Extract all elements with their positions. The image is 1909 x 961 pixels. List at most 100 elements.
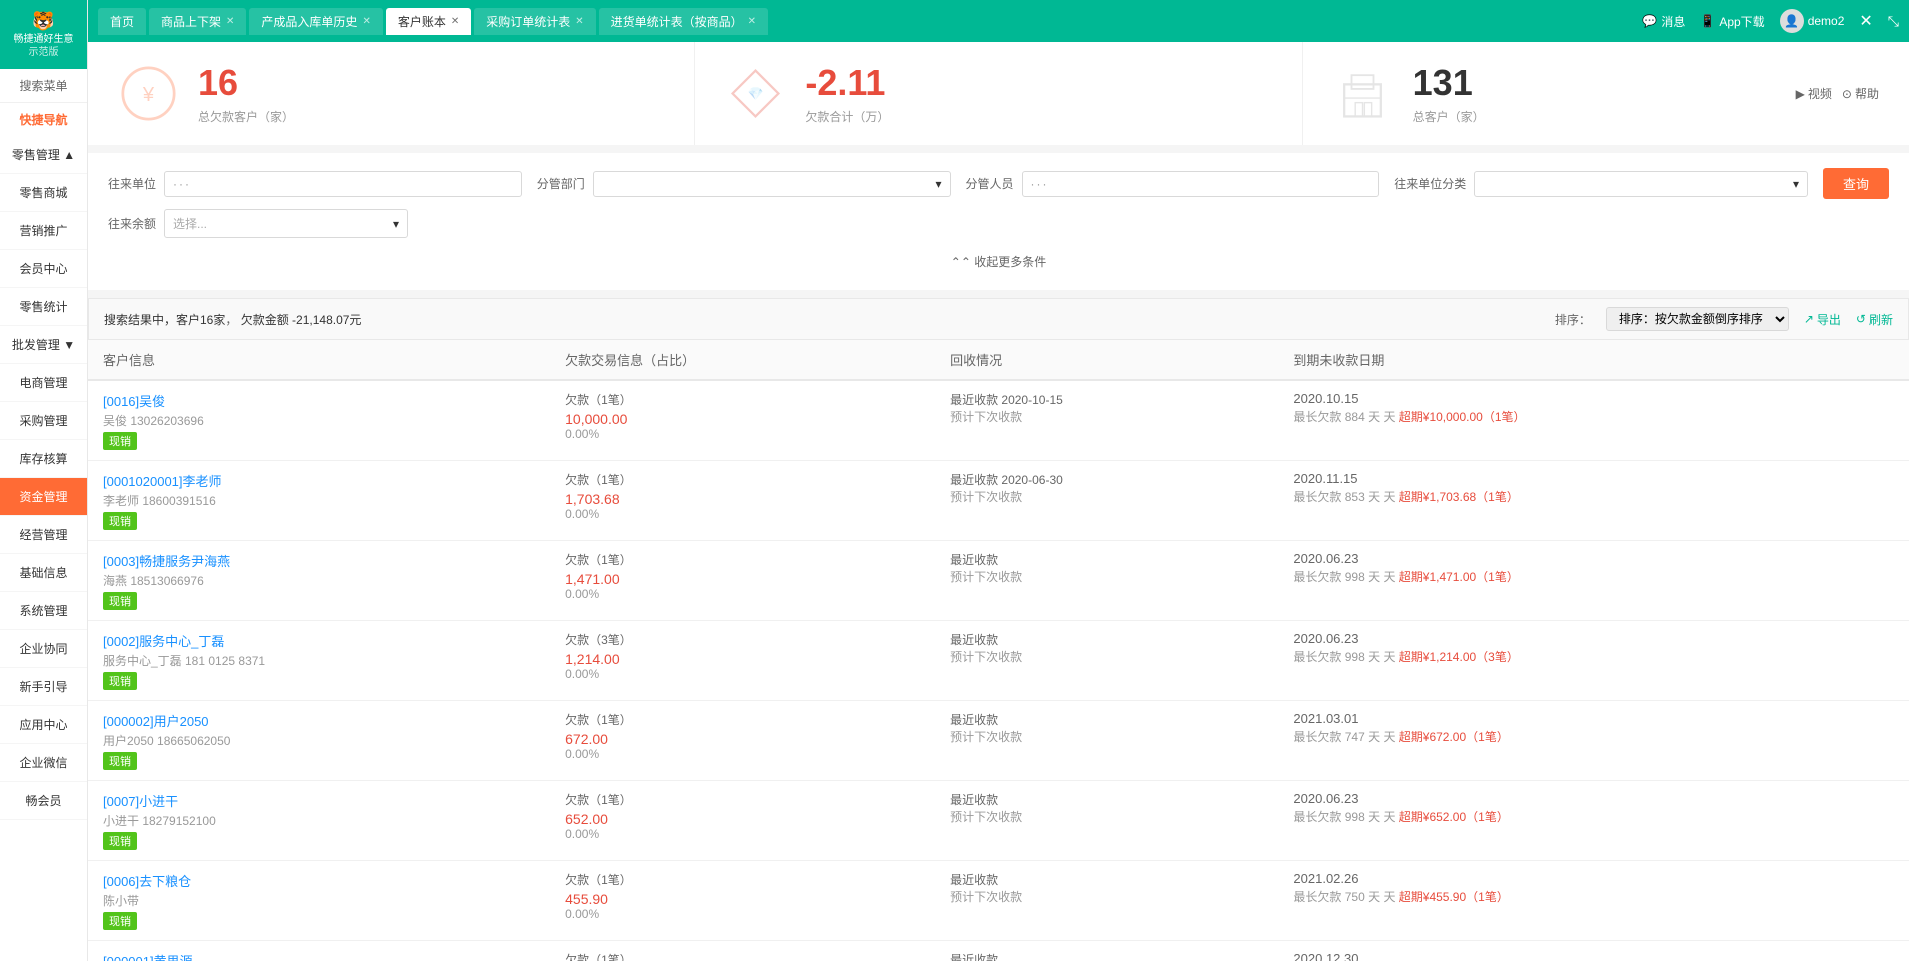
customer-name-link[interactable]: [000001]黄思源 xyxy=(103,951,535,961)
search-button[interactable]: 查询 xyxy=(1823,168,1889,199)
debt-amount[interactable]: 652.00 xyxy=(565,811,920,827)
person-input[interactable]: ··· xyxy=(1022,171,1380,197)
last-collection: 最近收款 2020-06-30 xyxy=(950,471,1263,488)
logo-text: 畅捷通好生意 xyxy=(5,33,82,46)
user-avatar[interactable]: 👤 demo2 xyxy=(1780,9,1845,33)
customer-name-link[interactable]: [0001020001]李老师 xyxy=(103,471,535,490)
export-button[interactable]: ↗ 导出 xyxy=(1804,311,1841,328)
sort-select[interactable]: 排序：按欠款金额倒序排序 xyxy=(1606,307,1789,331)
sidebar-item-member[interactable]: 会员中心 xyxy=(0,250,87,288)
debt-amount[interactable]: 1,214.00 xyxy=(565,651,920,667)
overdue-amount-link[interactable]: 超期¥1,703.68（1笔） xyxy=(1399,490,1519,504)
tab-close-icon[interactable]: ✕ xyxy=(748,16,756,27)
debt-percent: 0.00% xyxy=(565,507,920,521)
export-icon: ↗ xyxy=(1804,312,1814,326)
debt-amount[interactable]: 1,471.00 xyxy=(565,571,920,587)
debt-amount[interactable]: 672.00 xyxy=(565,731,920,747)
sidebar-item-purchase[interactable]: 采购管理 xyxy=(0,402,87,440)
tab-purchase-stats[interactable]: 进货单统计表（按商品） ✕ xyxy=(599,8,768,35)
close-window-button[interactable]: ✕ xyxy=(1859,11,1872,31)
customer-name-link[interactable]: [0006]去下粮仓 xyxy=(103,871,535,890)
source-unit-label: 往来单位 xyxy=(108,175,156,192)
overdue-amount-link[interactable]: 超期¥1,471.00（1笔） xyxy=(1399,570,1519,584)
sidebar-item-retail-stats[interactable]: 零售统计 xyxy=(0,288,87,326)
main-content: 首页 商品上下架 ✕ 产成品入库单历史 ✕ 客户账本 ✕ 采购订单统计表 ✕ 进… xyxy=(88,0,1909,961)
sidebar-item-vip[interactable]: 畅会员 xyxy=(0,782,87,820)
overdue-amount-link[interactable]: 超期¥10,000.00（1笔） xyxy=(1399,410,1526,424)
sidebar-item-enterprise[interactable]: 企业协同 xyxy=(0,630,87,668)
quick-nav-label[interactable]: 快捷导航 xyxy=(0,103,87,136)
debt-amount[interactable]: 1,703.68 xyxy=(565,491,920,507)
sidebar-item-ecommerce[interactable]: 电商管理 xyxy=(0,364,87,402)
cell-due-date: 2020.06.23 最长欠款 998 天 天 超期¥652.00（1笔） xyxy=(1278,781,1909,861)
sidebar-item-finance[interactable]: 资金管理 xyxy=(0,478,87,516)
refresh-button[interactable]: ↺ 刷新 xyxy=(1856,311,1893,328)
overdue-amount-link[interactable]: 超期¥1,214.00（3笔） xyxy=(1399,650,1519,664)
overdue-amount-link[interactable]: 超期¥455.90（1笔） xyxy=(1399,890,1509,904)
sidebar-item-newbie[interactable]: 新手引导 xyxy=(0,668,87,706)
customer-name-link[interactable]: [0016]吴俊 xyxy=(103,391,535,410)
stat-card-actions: ▶ 视频 ⊙ 帮助 xyxy=(1796,85,1879,102)
person-label: 分管人员 xyxy=(966,175,1014,192)
customer-name-link[interactable]: [0002]服务中心_丁磊 xyxy=(103,631,535,650)
overdue-amount-link[interactable]: 超期¥672.00（1笔） xyxy=(1399,730,1509,744)
customer-debt-table: 客户信息 欠款交易信息（占比） 回收情况 到期未收款日期 [0016]吴俊 吴俊… xyxy=(88,340,1909,961)
tab-product-history[interactable]: 产成品入库单历史 ✕ xyxy=(249,8,382,35)
search-menu-label: 搜索菜单 xyxy=(5,77,82,94)
tab-product-online[interactable]: 商品上下架 ✕ xyxy=(149,8,246,35)
debt-amount[interactable]: 10,000.00 xyxy=(565,411,920,427)
tab-close-icon[interactable]: ✕ xyxy=(362,16,370,27)
sidebar-item-apps[interactable]: 应用中心 xyxy=(0,706,87,744)
sidebar-item-basic-info[interactable]: 基础信息 xyxy=(0,554,87,592)
due-date: 2020.12.30 xyxy=(1293,951,1894,961)
stat-info-total-customers: 131 总客户（家） xyxy=(1413,62,1485,125)
source-unit-input[interactable]: ··· xyxy=(164,171,522,197)
customer-name-link[interactable]: [0003]畅捷服务尹海燕 xyxy=(103,551,535,570)
sidebar-item-retail-mgmt[interactable]: 零售管理 ▲ xyxy=(0,136,87,174)
debt-amount[interactable]: 455.90 xyxy=(565,891,920,907)
cell-due-date: 2020.06.23 最长欠款 998 天 天 超期¥1,214.00（3笔） xyxy=(1278,621,1909,701)
overdue-days: 最长欠款 884 天 天 超期¥10,000.00（1笔） xyxy=(1293,408,1894,425)
table-row: [0003]畅捷服务尹海燕 海燕 18513066976 现销 欠款（1笔） 1… xyxy=(88,541,1909,621)
sidebar-item-ops[interactable]: 经营管理 xyxy=(0,516,87,554)
tab-close-icon[interactable]: ✕ xyxy=(575,16,583,27)
search-menu-item[interactable]: 搜索菜单 xyxy=(0,69,87,103)
customer-tag: 现销 xyxy=(103,832,137,850)
help-button[interactable]: ⊙ 帮助 xyxy=(1842,85,1879,102)
cell-recovery: 最近收款 2020-10-15 预计下次收款 xyxy=(935,380,1278,461)
overdue-amount-link[interactable]: 超期¥652.00（1笔） xyxy=(1399,810,1509,824)
last-collection: 最近收款 xyxy=(950,551,1263,568)
due-date: 2020.06.23 xyxy=(1293,551,1894,566)
tab-close-icon[interactable]: ✕ xyxy=(226,16,234,27)
table-row: [0002]服务中心_丁磊 服务中心_丁磊 181 0125 8371 现销 欠… xyxy=(88,621,1909,701)
stats-row: ¥ 16 总欠款客户（家） 💎 -2.11 欠款合计（万） xyxy=(88,42,1909,145)
customer-name-link[interactable]: [0007]小进干 xyxy=(103,791,535,810)
col-due-date: 到期未收款日期 xyxy=(1278,340,1909,380)
sidebar-item-marketing[interactable]: 营销推广 xyxy=(0,212,87,250)
sidebar-item-retail-store[interactable]: 零售商城 xyxy=(0,174,87,212)
sidebar-item-system[interactable]: 系统管理 xyxy=(0,592,87,630)
sidebar: 🐯 畅捷通好生意 示范版 搜索菜单 快捷导航 零售管理 ▲ 零售商城 营销推广 … xyxy=(0,0,88,961)
cell-customer-info: [0001020001]李老师 李老师 18600391516 现销 xyxy=(88,461,550,541)
sidebar-item-wholesale-mgmt[interactable]: 批发管理 ▼ xyxy=(0,326,87,364)
app-download-button[interactable]: 📱 App下载 xyxy=(1700,13,1764,30)
unit-class-select[interactable]: ▾ xyxy=(1474,171,1808,197)
filter-row-1: 往来单位 ··· 分管部门 ▾ 分管人员 ··· xyxy=(108,168,1889,199)
maximize-button[interactable]: ⤡ xyxy=(1888,13,1899,30)
sidebar-item-inventory[interactable]: 库存核算 xyxy=(0,440,87,478)
customer-name-link[interactable]: [000002]用户2050 xyxy=(103,711,535,730)
dept-select[interactable]: ▾ xyxy=(593,171,951,197)
overdue-days: 最长欠款 998 天 天 超期¥1,471.00（1笔） xyxy=(1293,568,1894,585)
tab-close-icon[interactable]: ✕ xyxy=(451,16,459,27)
tab-customer-account[interactable]: 客户账本 ✕ xyxy=(386,8,471,35)
total-customers-label: 总客户（家） xyxy=(1413,108,1485,125)
sidebar-item-wechat[interactable]: 企业微信 xyxy=(0,744,87,782)
due-date: 2021.02.26 xyxy=(1293,871,1894,886)
avatar: 👤 xyxy=(1780,9,1804,33)
tab-purchase-order[interactable]: 采购订单统计表 ✕ xyxy=(474,8,595,35)
tab-home[interactable]: 首页 xyxy=(98,8,146,35)
collapse-filters-button[interactable]: ⌃⌃ 收起更多条件 xyxy=(108,248,1889,275)
balance-select[interactable]: 选择... ▾ xyxy=(164,209,408,238)
view-video-button[interactable]: ▶ 视频 xyxy=(1796,85,1832,102)
message-button[interactable]: 💬 消息 xyxy=(1642,13,1685,30)
